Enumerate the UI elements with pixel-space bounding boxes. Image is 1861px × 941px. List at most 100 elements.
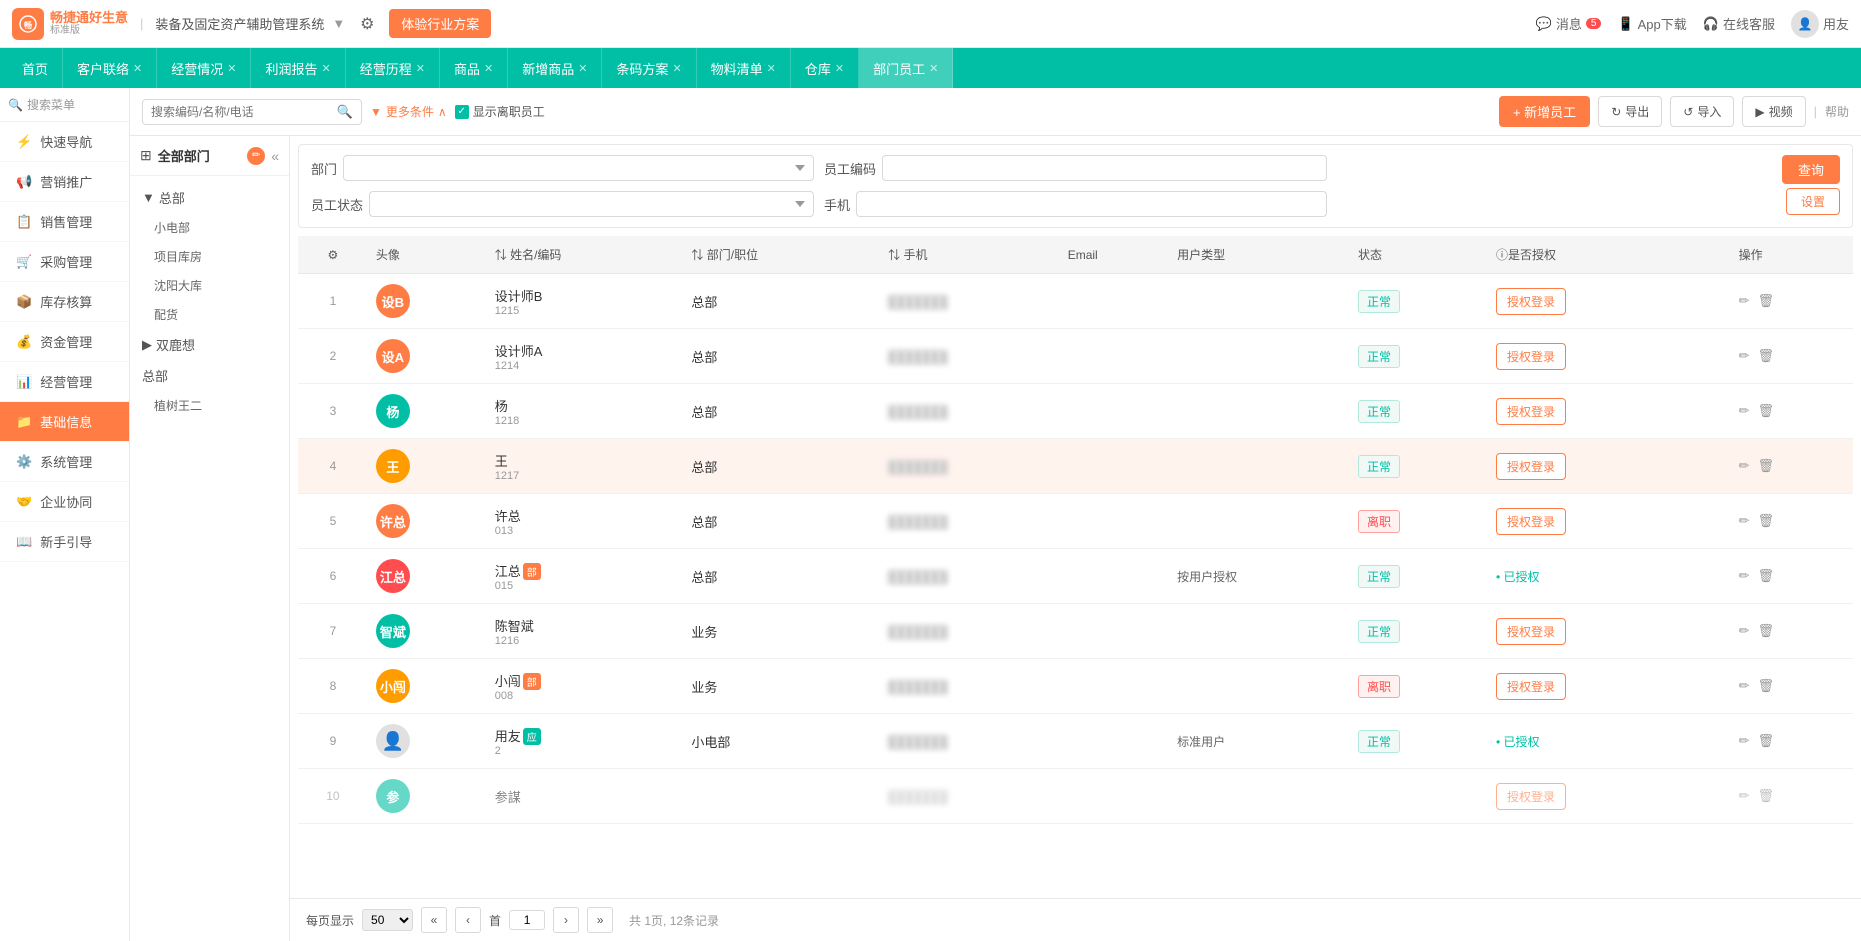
first-page-btn[interactable]: « bbox=[421, 907, 447, 933]
resigned-checkbox[interactable]: ✓ bbox=[455, 105, 469, 119]
help-label[interactable]: 帮助 bbox=[1825, 103, 1849, 120]
close-icon[interactable]: ✕ bbox=[929, 62, 938, 75]
dept-edit-icon[interactable]: ✏ bbox=[247, 147, 265, 165]
close-icon[interactable]: ✕ bbox=[835, 62, 844, 75]
sidebar-item-quick-nav[interactable]: ⚡ 快速导航 bbox=[0, 122, 129, 162]
search-box[interactable]: 🔍 bbox=[142, 99, 362, 125]
edit-icon[interactable]: ✏ bbox=[1739, 403, 1750, 419]
show-resigned-toggle[interactable]: ✓ 显示离职员工 bbox=[455, 103, 545, 120]
online-service-btn[interactable]: 🎧 在线客服 bbox=[1703, 14, 1775, 33]
close-icon[interactable]: ✕ bbox=[133, 62, 142, 75]
edit-icon[interactable]: ✏ bbox=[1739, 733, 1750, 749]
close-icon[interactable]: ✕ bbox=[672, 62, 681, 75]
close-icon[interactable]: ✕ bbox=[767, 62, 776, 75]
settings-button[interactable]: ⚙ bbox=[353, 10, 381, 38]
edit-icon[interactable]: ✏ bbox=[1739, 348, 1750, 364]
app-download-btn[interactable]: 📱 App下载 bbox=[1617, 14, 1686, 33]
delete-icon[interactable]: 🗑 bbox=[1758, 403, 1775, 419]
tab-home[interactable]: 首页 bbox=[8, 48, 63, 88]
auth-button[interactable]: 授权登录 bbox=[1496, 453, 1566, 480]
edit-icon[interactable]: ✏ bbox=[1739, 678, 1750, 694]
delete-icon[interactable]: 🗑 bbox=[1758, 458, 1775, 474]
dept-collapse-btn[interactable]: « bbox=[271, 148, 279, 164]
sidebar-item-corp[interactable]: 🤝 企业协同 bbox=[0, 482, 129, 522]
edit-icon[interactable]: ✏ bbox=[1739, 513, 1750, 529]
search-input[interactable] bbox=[151, 105, 333, 119]
tab-profit[interactable]: 利润报告 ✕ bbox=[251, 48, 345, 88]
messages-btn[interactable]: 💬 消息 5 bbox=[1536, 14, 1602, 33]
auth-button[interactable]: 授权登录 bbox=[1496, 783, 1566, 810]
page-number-input[interactable] bbox=[509, 910, 545, 930]
sidebar-item-guide[interactable]: 📖 新手引导 bbox=[0, 522, 129, 562]
tab-employees[interactable]: 部门员工 ✕ bbox=[859, 48, 953, 88]
sidebar-item-operation[interactable]: 📊 经营管理 bbox=[0, 362, 129, 402]
next-page-btn[interactable]: › bbox=[553, 907, 579, 933]
col-dept-position[interactable]: ⇅ 部门/职位 bbox=[683, 236, 880, 274]
export-button[interactable]: ↻ 导出 bbox=[1598, 96, 1662, 127]
close-icon[interactable]: ✕ bbox=[227, 62, 236, 75]
edit-icon[interactable]: ✏ bbox=[1739, 788, 1750, 804]
query-button[interactable]: 查询 bbox=[1782, 155, 1840, 184]
edit-icon[interactable]: ✏ bbox=[1739, 568, 1750, 584]
tab-goods[interactable]: 商品 ✕ bbox=[440, 48, 508, 88]
sidebar-item-marketing[interactable]: 📢 营销推广 bbox=[0, 162, 129, 202]
set-button[interactable]: 设置 bbox=[1786, 188, 1840, 215]
edit-icon[interactable]: ✏ bbox=[1739, 623, 1750, 639]
last-page-btn[interactable]: » bbox=[587, 907, 613, 933]
auth-button[interactable]: 授权登录 bbox=[1496, 398, 1566, 425]
dept-group-headquarters2[interactable]: 总部 bbox=[130, 360, 289, 391]
dept-item-zhishu[interactable]: 植树王二 bbox=[130, 391, 289, 420]
auth-button[interactable]: 授权登录 bbox=[1496, 673, 1566, 700]
dept-group-headquarters[interactable]: ▼ 总部 bbox=[130, 182, 289, 213]
col-name-code[interactable]: ⇅ 姓名/编码 bbox=[487, 236, 684, 274]
more-filter-btn[interactable]: ▼ 更多条件 ∧ bbox=[370, 103, 447, 120]
tab-bom[interactable]: 物料清单 ✕ bbox=[697, 48, 791, 88]
sidebar-item-sales[interactable]: 📋 销售管理 bbox=[0, 202, 129, 242]
close-icon[interactable]: ✕ bbox=[484, 62, 493, 75]
col-settings[interactable]: ⚙ bbox=[298, 236, 368, 274]
sidebar-item-purchase[interactable]: 🛒 采购管理 bbox=[0, 242, 129, 282]
edit-icon[interactable]: ✏ bbox=[1739, 458, 1750, 474]
delete-icon[interactable]: 🗑 bbox=[1758, 678, 1775, 694]
dept-item-shenyang[interactable]: 沈阳大库 bbox=[130, 271, 289, 300]
auth-button[interactable]: 授权登录 bbox=[1496, 288, 1566, 315]
all-dept-label[interactable]: 全部部门 bbox=[158, 146, 210, 165]
delete-icon[interactable]: 🗑 bbox=[1758, 623, 1775, 639]
dept-group-shuanglu[interactable]: ▶ 双鹿想 bbox=[130, 329, 289, 360]
tab-customer[interactable]: 客户联络 ✕ bbox=[63, 48, 157, 88]
close-icon[interactable]: ✕ bbox=[416, 62, 425, 75]
delete-icon[interactable]: 🗑 bbox=[1758, 568, 1775, 584]
edit-icon[interactable]: ✏ bbox=[1739, 293, 1750, 309]
delete-icon[interactable]: 🗑 bbox=[1758, 733, 1775, 749]
emp-code-input[interactable] bbox=[882, 155, 1327, 181]
sidebar-item-inventory[interactable]: 📦 库存核算 bbox=[0, 282, 129, 322]
trial-button[interactable]: 体验行业方案 bbox=[389, 9, 491, 38]
system-name-dropdown[interactable]: ▼ bbox=[332, 16, 345, 31]
tab-warehouse[interactable]: 仓库 ✕ bbox=[791, 48, 859, 88]
dept-item-distribution[interactable]: 配货 bbox=[130, 300, 289, 329]
add-employee-button[interactable]: + 新增员工 bbox=[1499, 96, 1590, 127]
sidebar-item-finance[interactable]: 💰 资金管理 bbox=[0, 322, 129, 362]
delete-icon[interactable]: 🗑 bbox=[1758, 513, 1775, 529]
per-page-select[interactable]: 50 100 bbox=[362, 909, 413, 931]
tab-operation[interactable]: 经营情况 ✕ bbox=[157, 48, 251, 88]
prev-page-btn[interactable]: ‹ bbox=[455, 907, 481, 933]
import-button[interactable]: ↺ 导入 bbox=[1670, 96, 1734, 127]
close-icon[interactable]: ✕ bbox=[578, 62, 587, 75]
auth-button[interactable]: 授权登录 bbox=[1496, 508, 1566, 535]
dept-item-project[interactable]: 项目库房 bbox=[130, 242, 289, 271]
col-phone[interactable]: ⇅ 手机 bbox=[880, 236, 1060, 274]
close-icon[interactable]: ✕ bbox=[322, 62, 331, 75]
emp-status-select[interactable] bbox=[369, 191, 814, 217]
view-button[interactable]: ▶ 视频 bbox=[1742, 96, 1805, 127]
phone-input[interactable] bbox=[856, 191, 1327, 217]
tab-history[interactable]: 经营历程 ✕ bbox=[346, 48, 440, 88]
dept-item-electronics[interactable]: 小电部 bbox=[130, 213, 289, 242]
auth-button[interactable]: 授权登录 bbox=[1496, 618, 1566, 645]
user-area[interactable]: 👤 用友 bbox=[1791, 10, 1849, 38]
tab-barcode[interactable]: 条码方案 ✕ bbox=[602, 48, 696, 88]
tab-add-goods[interactable]: 新增商品 ✕ bbox=[508, 48, 602, 88]
delete-icon[interactable]: 🗑 bbox=[1758, 293, 1775, 309]
dept-select[interactable] bbox=[343, 155, 814, 181]
delete-icon[interactable]: 🗑 bbox=[1758, 348, 1775, 364]
